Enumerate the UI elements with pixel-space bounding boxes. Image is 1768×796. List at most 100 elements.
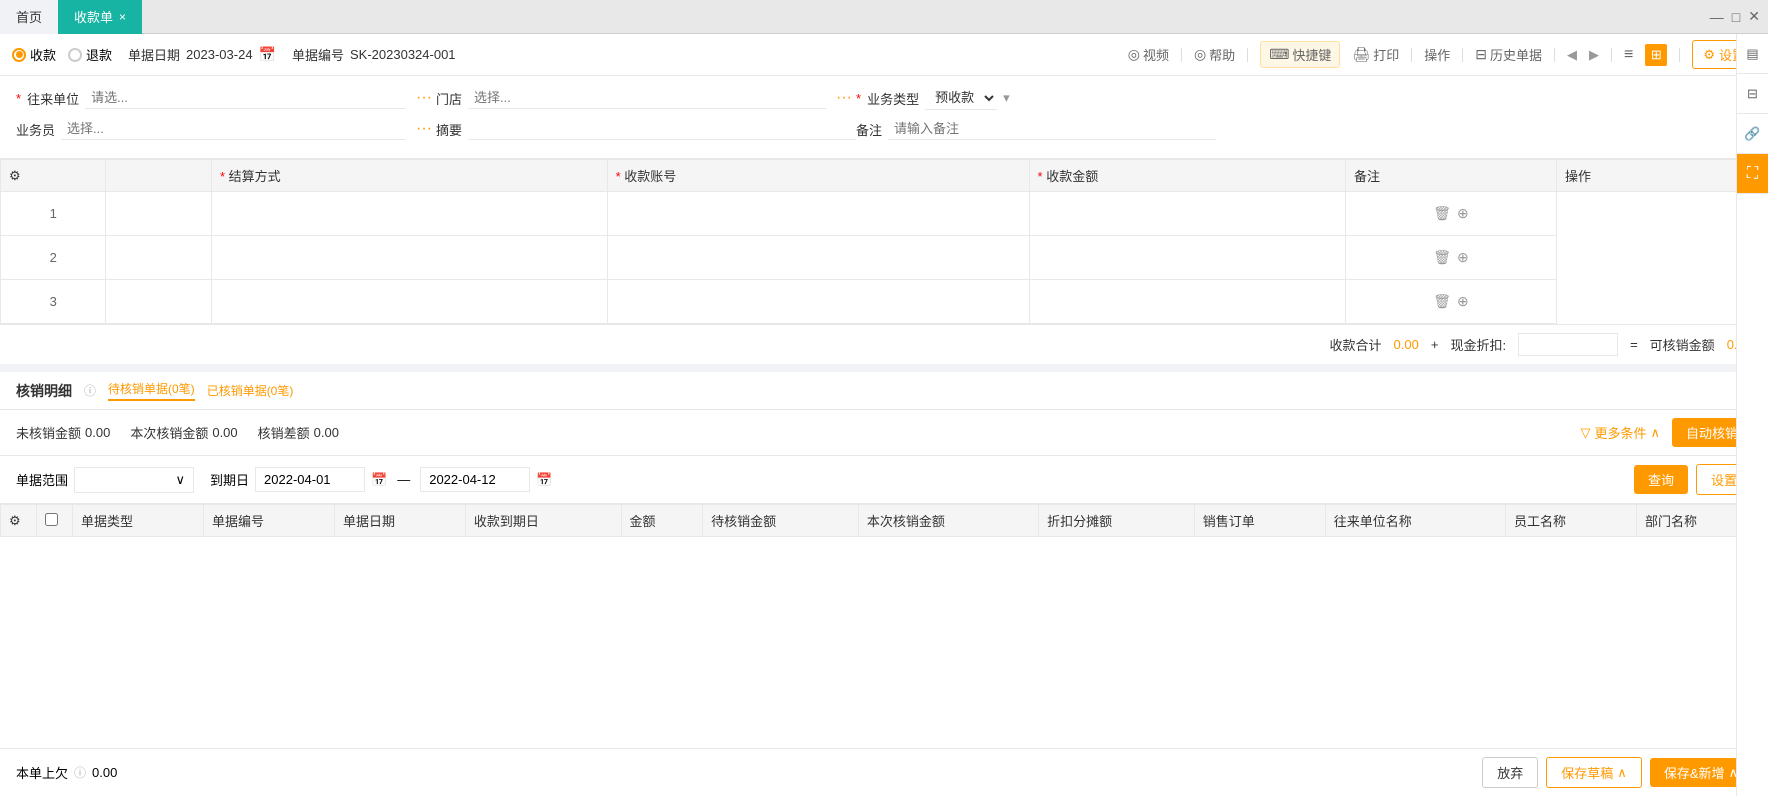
- row1-account[interactable]: [211, 192, 607, 236]
- footer-info-icon[interactable]: ⓘ: [74, 764, 86, 781]
- date-to-input[interactable]: [420, 467, 530, 492]
- radio-shoukuan[interactable]: 收款: [12, 45, 56, 64]
- nav-next-icon[interactable]: ▶: [1589, 47, 1599, 63]
- save-draft-button[interactable]: 保存草稿 ∧: [1546, 757, 1642, 788]
- window-restore-icon[interactable]: □: [1732, 9, 1740, 25]
- right-panel-icon4[interactable]: ⛶: [1737, 154, 1768, 194]
- store-input[interactable]: [468, 87, 826, 109]
- current-value: 0.00: [212, 425, 237, 440]
- row3-actions: 🗑 ⊕: [1346, 280, 1557, 324]
- note-field: 备注: [856, 118, 1216, 140]
- row3-payment-method[interactable]: [106, 280, 211, 324]
- col-settings-bottom[interactable]: ⚙: [1, 505, 37, 537]
- range-select[interactable]: ∨: [74, 467, 194, 493]
- right-panel: ▤ ⊟ 🔗 ⛶: [1736, 34, 1768, 796]
- calendar-icon[interactable]: 📅: [259, 46, 276, 63]
- row3-delete-icon[interactable]: 🗑: [1433, 293, 1451, 310]
- salesman-field: 业务员 ···: [16, 118, 436, 140]
- summary-input[interactable]: [468, 118, 856, 140]
- shortcut-link[interactable]: ⌨ 快捷键: [1260, 41, 1340, 68]
- row3-note[interactable]: [1029, 280, 1345, 324]
- radio-tuikuan[interactable]: 退款: [68, 45, 112, 64]
- right-panel-icon3[interactable]: 🔗: [1737, 114, 1768, 154]
- radio-tuikuan-label: 退款: [86, 45, 112, 64]
- row2-copy-icon[interactable]: ⊕: [1457, 249, 1469, 266]
- select-all-checkbox[interactable]: [45, 513, 58, 526]
- unverified-amount: 未核销金额 0.00: [16, 423, 110, 442]
- store-more-btn[interactable]: ···: [832, 89, 856, 107]
- view-grid-icon[interactable]: ⊞: [1645, 44, 1667, 66]
- row3-copy-icon[interactable]: ⊕: [1457, 293, 1469, 310]
- history-link[interactable]: ⊟ 历史单据: [1475, 45, 1542, 64]
- required-star2: *: [856, 91, 861, 106]
- row2-payment-method[interactable]: [106, 236, 211, 280]
- col-checkbox-bottom[interactable]: [37, 505, 73, 537]
- tab-pending[interactable]: 待核销单据(0笔): [108, 380, 195, 401]
- tab-close-icon[interactable]: ×: [119, 10, 126, 24]
- col-doc-num-header: 单据编号: [203, 505, 334, 537]
- help-link[interactable]: ◎ 帮助: [1194, 45, 1235, 64]
- right-panel-icon2[interactable]: ⊟: [1737, 74, 1768, 114]
- row2-amount[interactable]: [607, 236, 1029, 280]
- col-counterparty-header: 往来单位名称: [1325, 505, 1505, 537]
- tab-active[interactable]: 收款单 ×: [58, 0, 142, 34]
- row1-action-icons: 🗑 ⊕: [1354, 205, 1548, 222]
- section-divider: [0, 364, 1768, 372]
- counterparty-input[interactable]: [85, 87, 406, 109]
- row2-delete-icon[interactable]: 🗑: [1433, 249, 1451, 266]
- range-field: 单据范围 ∨: [16, 467, 194, 493]
- verification-info-icon[interactable]: ⓘ: [84, 382, 96, 399]
- window-min-icon[interactable]: —: [1710, 9, 1724, 25]
- divider2: [1247, 48, 1248, 62]
- row1-delete-icon[interactable]: 🗑: [1433, 205, 1451, 222]
- tab-done[interactable]: 已核销单据(0笔): [207, 382, 294, 399]
- current-amount: 本次核销金额 0.00: [130, 423, 237, 442]
- table-section: ⚙ * 结算方式 * 收款账号 * 收款金额 备注 操作: [0, 159, 1768, 364]
- action-link[interactable]: 操作: [1424, 45, 1450, 64]
- row2-note[interactable]: [1029, 236, 1345, 280]
- print-link[interactable]: 🖨 打印: [1352, 45, 1399, 64]
- counterparty-more-btn[interactable]: ···: [412, 89, 436, 107]
- query-button[interactable]: 查询: [1634, 465, 1688, 494]
- number-value: SK-20230324-001: [350, 47, 456, 62]
- window-close-icon[interactable]: ✕: [1748, 8, 1760, 25]
- date-from-input[interactable]: [255, 467, 365, 492]
- col-settings-header[interactable]: ⚙: [1, 160, 106, 192]
- row2-account[interactable]: [211, 236, 607, 280]
- plus-sign: +: [1431, 337, 1439, 352]
- row3-account[interactable]: [211, 280, 607, 324]
- row1-amount[interactable]: [607, 192, 1029, 236]
- col-doc-date-header: 单据日期: [334, 505, 465, 537]
- view-list-icon[interactable]: ≡: [1624, 46, 1633, 64]
- current-page-label: 本单上欠: [16, 763, 68, 782]
- row1-note[interactable]: [1029, 192, 1345, 236]
- note-input[interactable]: [888, 118, 1216, 140]
- nav-prev-icon[interactable]: ◀: [1567, 47, 1577, 63]
- date-sep: —: [397, 472, 410, 487]
- row1-payment-method[interactable]: [106, 192, 211, 236]
- col-pending-header: 待核销金额: [703, 505, 859, 537]
- business-type-field: * 业务类型 预收款 ▾: [856, 86, 1216, 110]
- discount-input[interactable]: [1518, 333, 1618, 356]
- calendar-from-icon[interactable]: 📅: [371, 472, 387, 488]
- salesman-more-btn[interactable]: ···: [412, 120, 436, 138]
- row3-amount[interactable]: [607, 280, 1029, 324]
- tab-home[interactable]: 首页: [0, 0, 58, 34]
- more-conditions-btn[interactable]: ▽ 更多条件 ∧: [1580, 423, 1660, 442]
- row1-copy-icon[interactable]: ⊕: [1457, 205, 1469, 222]
- total-label: 收款合计: [1330, 335, 1382, 354]
- diff-label: 核销差额: [258, 423, 310, 442]
- video-link[interactable]: ◎ 视频: [1128, 45, 1169, 64]
- abandon-button[interactable]: 放弃: [1482, 757, 1538, 788]
- salesman-input[interactable]: [61, 118, 406, 140]
- calendar-to-icon[interactable]: 📅: [536, 472, 552, 488]
- counterparty-label: 往来单位: [27, 89, 79, 108]
- tab-active-label: 收款单: [74, 7, 113, 26]
- available-label: 可核销金额: [1650, 335, 1715, 354]
- row2-action-icons: 🗑 ⊕: [1354, 249, 1548, 266]
- business-type-select[interactable]: 预收款: [925, 86, 997, 110]
- summary-label: 摘要: [436, 120, 462, 139]
- right-panel-icon1[interactable]: ▤: [1737, 34, 1768, 74]
- col-doc-type-header: 单据类型: [73, 505, 204, 537]
- print-icon: 🖨: [1352, 46, 1370, 63]
